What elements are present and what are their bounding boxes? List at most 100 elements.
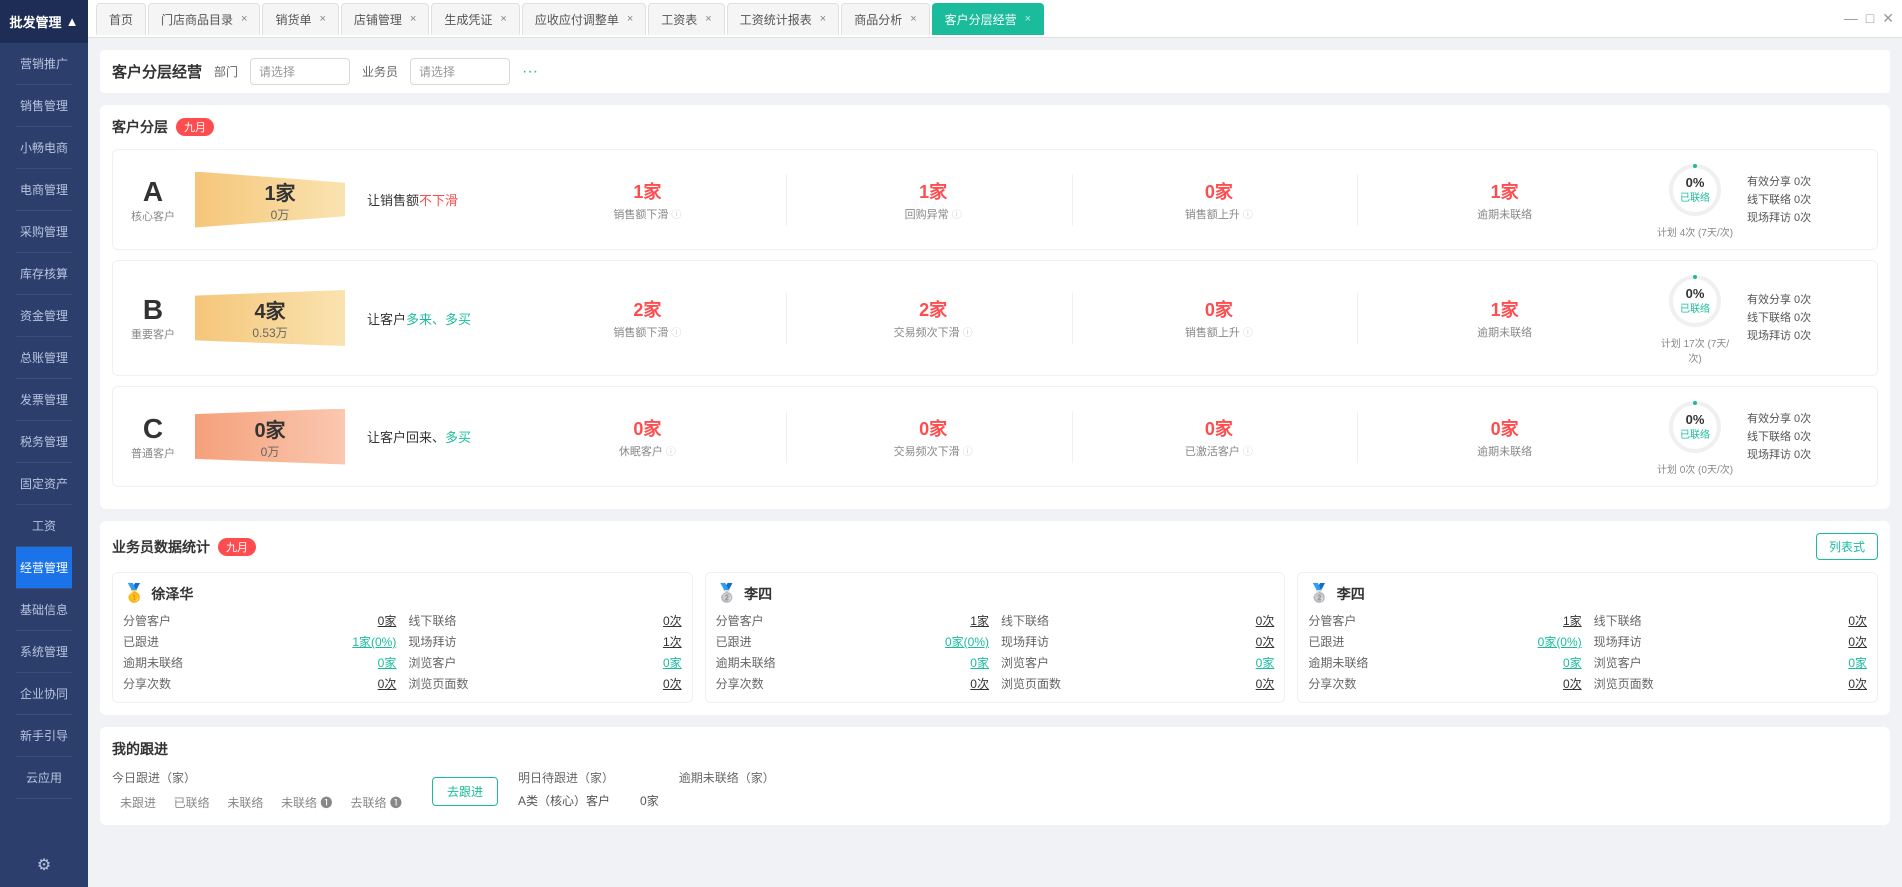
sidebar-item-系统管理[interactable]: 系统管理	[16, 631, 72, 673]
tier-row-A: A核心客户 1家 0万 让销售额不下滑1家销售额下滑 ⓘ1家回购异常 ⓘ0家销售…	[112, 149, 1878, 250]
customer-tier-section: 客户分层 九月 A核心客户 1家 0万 让销售额不下滑1家销售额下滑 ⓘ1家回购…	[100, 105, 1890, 509]
staff-card-2: 🥈李四分管客户1家线下联络0次已跟进0家(0%)现场拜访0次逾期未联络0家浏览客…	[1297, 572, 1878, 703]
sidebar-item-基础信息[interactable]: 基础信息	[16, 589, 72, 631]
window-minimize-icon[interactable]: —	[1844, 10, 1858, 27]
overdue-followup-title: 逾期未联络（家）	[679, 769, 775, 786]
biz-month-badge: 九月	[218, 538, 256, 556]
staff-select[interactable]: 请选择	[410, 58, 510, 85]
tier-slogan-B: 让客户多来、多买	[367, 309, 497, 328]
sidebar-item-销售管理[interactable]: 销售管理	[16, 85, 72, 127]
staff-stat-row: 逾期未联络0家	[1308, 654, 1581, 671]
sidebar-item-小畅电商[interactable]: 小畅电商	[16, 127, 72, 169]
tab-商品分析[interactable]: 商品分析×	[841, 3, 929, 35]
followup-title: 我的跟进	[112, 739, 1878, 759]
page-content: 客户分层经营 部门 请选择 业务员 请选择 ··· 客户分层 九月 A核心客户 …	[88, 38, 1902, 887]
tab-close-店铺管理[interactable]: ×	[410, 13, 416, 25]
list-view-button[interactable]: 列表式	[1816, 533, 1878, 560]
staff-stat-row: 分管客户1家	[1308, 612, 1581, 629]
sidebar-item-资金管理[interactable]: 资金管理	[16, 295, 72, 337]
sidebar-item-新手引导[interactable]: 新手引导	[16, 715, 72, 757]
overdue-followup: 逾期未联络（家）	[679, 769, 775, 792]
page-title: 客户分层经营	[112, 61, 202, 82]
staff-stats-grid-1: 分管客户1家线下联络0次已跟进0家(0%)现场拜访0次逾期未联络0家浏览客户0家…	[716, 612, 1275, 692]
tab-close-商品分析[interactable]: ×	[910, 13, 916, 25]
stat-item-B-3: 1家逾期未联络	[1366, 292, 1643, 344]
sidebar-settings-icon[interactable]: ⚙	[0, 843, 88, 887]
tab-店铺管理[interactable]: 店铺管理×	[341, 3, 429, 35]
biz-stats-header: 业务员数据统计 九月 列表式	[112, 533, 1878, 560]
staff-stat-row: 分享次数0次	[716, 675, 989, 692]
followup-section: 我的跟进 今日跟进（家） 未跟进 已联络 未联络 未联络 ❶ 去联络 ❶	[100, 727, 1890, 825]
stat-item-B-0: 2家销售额下滑 ⓘ	[509, 292, 787, 344]
staff-stat-row: 线下联络0次	[1594, 612, 1867, 629]
sidebar-toggle-icon[interactable]: ▲	[66, 14, 79, 29]
tab-工资表[interactable]: 工资表×	[648, 3, 724, 35]
tab-门店商品目录[interactable]: 门店商品目录×	[148, 3, 260, 35]
tab-close-客户分层经营[interactable]: ×	[1025, 13, 1031, 25]
staff-stat-row: 浏览客户0家	[1594, 654, 1867, 671]
tab-首页[interactable]: 首页	[96, 3, 146, 35]
tab-close-销货单[interactable]: ×	[319, 13, 325, 25]
more-filters-icon[interactable]: ···	[522, 63, 538, 81]
tier-slogan-A: 让销售额不下滑	[367, 190, 497, 209]
right-stat-item: 线下联络 0次	[1747, 309, 1867, 325]
tomorrow-a-label: A类（核心）客户	[518, 792, 610, 809]
tab-close-门店商品目录[interactable]: ×	[241, 13, 247, 25]
staff-stat-row: 现场拜访0次	[1001, 633, 1274, 650]
staff-stat-row: 线下联络0次	[408, 612, 681, 629]
page-header: 客户分层经营 部门 请选择 业务员 请选择 ···	[100, 50, 1890, 93]
staff-stat-row: 分管客户1家	[716, 612, 989, 629]
sidebar-item-工资[interactable]: 工资	[16, 505, 72, 547]
sidebar-item-采购管理[interactable]: 采购管理	[16, 211, 72, 253]
today-followup: 今日跟进（家） 未跟进 已联络 未联络 未联络 ❶ 去联络 ❶	[112, 769, 412, 813]
sidebar-header: 批发管理 ▲	[0, 0, 88, 43]
tab-工资统计报表[interactable]: 工资统计报表×	[727, 3, 839, 35]
sidebar-item-库存核算[interactable]: 库存核算	[16, 253, 72, 295]
window-maximize-icon[interactable]: □	[1866, 10, 1874, 27]
tab-应收应付调整单[interactable]: 应收应付调整单×	[522, 3, 646, 35]
staff-stats-grid-2: 分管客户1家线下联络0次已跟进0家(0%)现场拜访0次逾期未联络0家浏览客户0家…	[1308, 612, 1867, 692]
tab-close-工资统计报表[interactable]: ×	[820, 13, 826, 25]
tier-bar-C: 0家 0万	[195, 409, 355, 465]
tab-销货单[interactable]: 销货单×	[262, 3, 338, 35]
tier-stats-B: 2家销售额下滑 ⓘ2家交易频次下滑 ⓘ0家销售额上升 ⓘ1家逾期未联络	[509, 292, 1643, 344]
sidebar-item-营销推广[interactable]: 营销推广	[16, 43, 72, 85]
tab-close-应收应付调整单[interactable]: ×	[627, 13, 633, 25]
stat-item-B-1: 2家交易频次下滑 ⓘ	[795, 292, 1073, 344]
sidebar-item-固定资产[interactable]: 固定资产	[16, 463, 72, 505]
goto-followup-button[interactable]: 去跟进	[432, 777, 498, 806]
sidebar-item-经营管理[interactable]: 经营管理	[16, 547, 72, 589]
tier-stats-C: 0家休眠客户 ⓘ0家交易频次下滑 ⓘ0家已激活客户 ⓘ0家逾期未联络	[509, 411, 1643, 463]
biz-stats-section: 业务员数据统计 九月 列表式 🥇徐泽华分管客户0家线下联络0次已跟进1家(0%)…	[100, 521, 1890, 715]
sidebar-item-发票管理[interactable]: 发票管理	[16, 379, 72, 421]
stat-item-A-1: 1家回购异常 ⓘ	[795, 174, 1073, 226]
staff-name-2: 李四	[1337, 584, 1365, 604]
tab-客户分层经营[interactable]: 客户分层经营×	[932, 3, 1044, 35]
staff-stat-row: 浏览客户0家	[1001, 654, 1274, 671]
sidebar-item-企业协同[interactable]: 企业协同	[16, 673, 72, 715]
staff-stat-row: 浏览页面数0次	[408, 675, 681, 692]
dept-select[interactable]: 请选择	[250, 58, 350, 85]
staff-stat-row: 逾期未联络0家	[123, 654, 396, 671]
tab-close-生成凭证[interactable]: ×	[500, 13, 506, 25]
window-close-icon[interactable]: ✕	[1882, 10, 1894, 27]
staff-stat-row: 分管客户0家	[123, 612, 396, 629]
sidebar-item-税务管理[interactable]: 税务管理	[16, 421, 72, 463]
tab-bar: 首页门店商品目录×销货单×店铺管理×生成凭证×应收应付调整单×工资表×工资统计报…	[88, 0, 1902, 38]
sidebar-item-总账管理[interactable]: 总账管理	[16, 337, 72, 379]
tier-right-stats-B: 有效分享 0次线下联络 0次现场拜访 0次	[1747, 291, 1867, 345]
staff-label: 业务员	[362, 63, 398, 80]
tab-close-工资表[interactable]: ×	[705, 13, 711, 25]
stat-item-C-3: 0家逾期未联络	[1366, 411, 1643, 463]
stat-item-C-0: 0家休眠客户 ⓘ	[509, 411, 787, 463]
sidebar-title: 批发管理	[10, 12, 62, 31]
staff-stat-row: 逾期未联络0家	[716, 654, 989, 671]
sidebar-item-云应用[interactable]: 云应用	[16, 757, 72, 799]
right-stat-item: 现场拜访 0次	[1747, 446, 1867, 462]
staff-name-row-0: 🥇徐泽华	[123, 583, 682, 604]
staff-medal-1: 🥈	[716, 583, 738, 604]
tier-bar-B: 4家 0.53万	[195, 290, 355, 346]
right-stat-item: 有效分享 0次	[1747, 291, 1867, 307]
sidebar-item-电商管理[interactable]: 电商管理	[16, 169, 72, 211]
tab-生成凭证[interactable]: 生成凭证×	[431, 3, 519, 35]
